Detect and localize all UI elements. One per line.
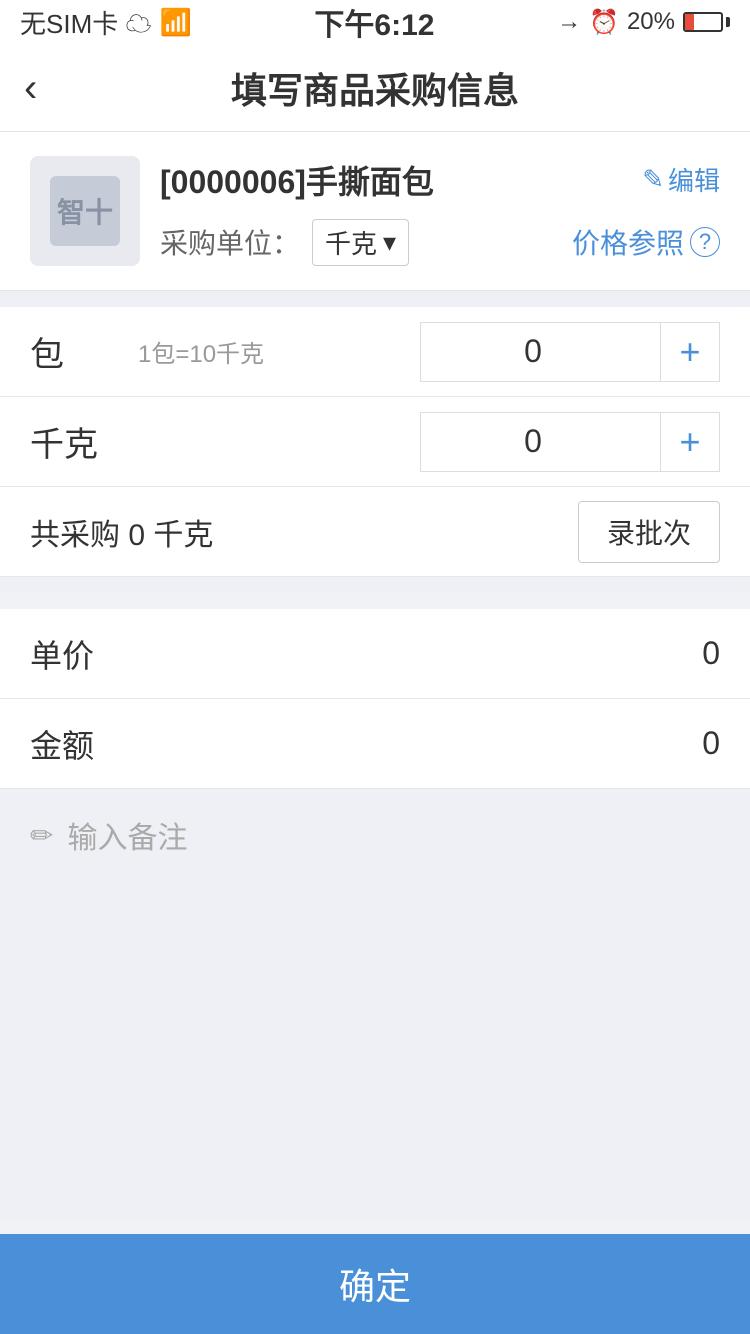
product-card: 智十 [0000006]手撕面包 ✎ 编辑 采购单位： 千克 ▾ bbox=[0, 132, 750, 291]
kg-plus-button[interactable]: + bbox=[660, 412, 720, 472]
record-batch-button[interactable]: 录批次 bbox=[578, 501, 720, 563]
price-ref-button[interactable]: 价格参照 ? bbox=[572, 222, 720, 262]
kg-label: 千克 bbox=[30, 417, 130, 466]
back-button[interactable]: ‹ bbox=[24, 68, 37, 108]
total-text: 共采购 0 千克 bbox=[30, 510, 578, 554]
product-info: [0000006]手撕面包 ✎ 编辑 采购单位： 千克 ▾ 价格参照 ? bbox=[160, 157, 720, 266]
nav-bar: ‹ 填写商品采购信息 bbox=[0, 44, 750, 132]
kg-input-row: 千克 + bbox=[0, 397, 750, 487]
confirm-button[interactable]: 确定 bbox=[339, 1258, 411, 1310]
info-section: 单价 0 金额 0 bbox=[0, 609, 750, 789]
alarm-icon: ⏰ bbox=[589, 8, 619, 37]
remark-placeholder: 输入备注 bbox=[67, 813, 187, 857]
amount-value: 0 bbox=[702, 725, 720, 762]
status-left: 无SIM卡 ☁ 📶 bbox=[20, 4, 192, 41]
kg-input[interactable] bbox=[420, 412, 660, 472]
bottom-space bbox=[0, 969, 750, 1219]
chevron-down-icon: ▾ bbox=[383, 227, 396, 258]
product-name: [0000006]手撕面包 bbox=[160, 157, 434, 203]
sim-status: 无SIM卡 ☁ bbox=[20, 4, 151, 41]
location-icon: → bbox=[557, 8, 581, 36]
unit-value: 千克 bbox=[325, 224, 377, 261]
bag-input-row: 包 1包=10千克 + bbox=[0, 307, 750, 397]
input-section: 包 1包=10千克 + 千克 + 共采购 0 千克 录批次 bbox=[0, 307, 750, 577]
unit-label: 采购单位： bbox=[160, 222, 300, 262]
product-image: 智十 bbox=[30, 156, 140, 266]
page-title: 填写商品采购信息 bbox=[231, 62, 519, 114]
total-row: 共采购 0 千克 录批次 bbox=[0, 487, 750, 577]
edit-button[interactable]: ✎ 编辑 bbox=[642, 161, 720, 198]
pencil-icon: ✏ bbox=[30, 819, 53, 852]
product-logo: 智十 bbox=[50, 176, 120, 246]
unit-price-label: 单价 bbox=[30, 631, 94, 677]
product-name-row: [0000006]手撕面包 ✎ 编辑 bbox=[160, 157, 720, 203]
battery-percent: 20% bbox=[627, 8, 675, 36]
unit-price-value: 0 bbox=[702, 635, 720, 672]
unit-price-row: 单价 0 bbox=[0, 609, 750, 699]
price-ref-label: 价格参照 bbox=[572, 222, 684, 262]
bag-sublabel: 1包=10千克 bbox=[138, 334, 420, 369]
bag-input[interactable] bbox=[420, 322, 660, 382]
content: 智十 [0000006]手撕面包 ✎ 编辑 采购单位： 千克 ▾ bbox=[0, 132, 750, 1219]
divider-1 bbox=[0, 291, 750, 307]
divider-2 bbox=[0, 577, 750, 593]
status-time: 下午6:12 bbox=[314, 0, 434, 44]
status-bar: 无SIM卡 ☁ 📶 下午6:12 → ⏰ 20% bbox=[0, 0, 750, 44]
unit-select[interactable]: 千克 ▾ bbox=[312, 219, 409, 266]
help-icon: ? bbox=[690, 227, 720, 257]
battery-indicator bbox=[683, 12, 730, 32]
bag-plus-button[interactable]: + bbox=[660, 322, 720, 382]
edit-icon: ✎ bbox=[642, 164, 664, 195]
bag-label: 包 bbox=[30, 327, 130, 376]
amount-label: 金额 bbox=[30, 721, 94, 767]
amount-row: 金额 0 bbox=[0, 699, 750, 789]
confirm-bar[interactable]: 确定 bbox=[0, 1234, 750, 1334]
kg-input-wrap: + bbox=[420, 412, 720, 472]
remark-input[interactable]: ✏ 输入备注 bbox=[30, 813, 720, 857]
bag-input-wrap: + bbox=[420, 322, 720, 382]
wifi-icon: 📶 bbox=[159, 7, 191, 38]
edit-label: 编辑 bbox=[668, 161, 720, 198]
unit-row: 采购单位： 千克 ▾ 价格参照 ? bbox=[160, 219, 720, 266]
status-right: → ⏰ 20% bbox=[557, 8, 730, 37]
remark-section[interactable]: ✏ 输入备注 bbox=[0, 789, 750, 969]
